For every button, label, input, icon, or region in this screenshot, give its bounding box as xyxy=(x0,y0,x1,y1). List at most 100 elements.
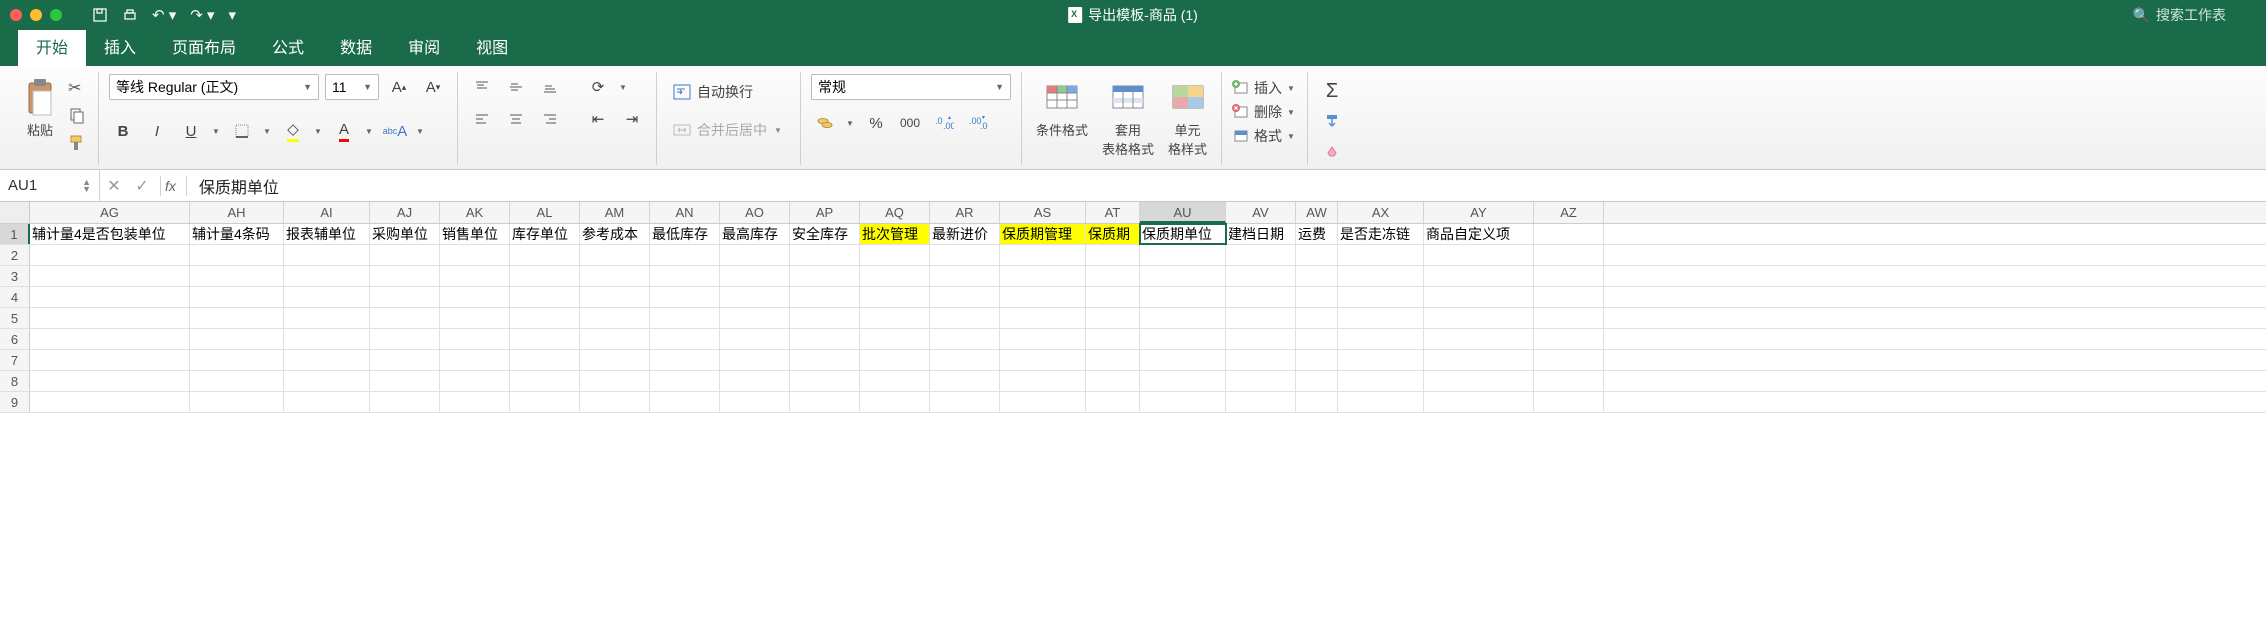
align-left-button[interactable] xyxy=(468,106,496,132)
cell[interactable] xyxy=(190,392,284,412)
cell[interactable] xyxy=(1000,392,1086,412)
cell[interactable] xyxy=(720,245,790,265)
column-header[interactable]: AU xyxy=(1140,202,1226,223)
cell[interactable] xyxy=(580,308,650,328)
cell[interactable]: 辅计量4是否包装单位 xyxy=(30,224,190,244)
column-header[interactable]: AX xyxy=(1338,202,1424,223)
cell[interactable] xyxy=(860,392,930,412)
cell[interactable] xyxy=(1534,329,1604,349)
save-icon[interactable] xyxy=(92,7,108,23)
cell[interactable] xyxy=(30,392,190,412)
cell[interactable]: 商品自定义项 xyxy=(1424,224,1534,244)
search-input[interactable] xyxy=(2156,7,2256,23)
bold-button[interactable]: B xyxy=(109,118,137,144)
cell[interactable] xyxy=(1424,350,1534,370)
cell[interactable] xyxy=(30,371,190,391)
cell[interactable] xyxy=(580,350,650,370)
cell[interactable] xyxy=(1534,350,1604,370)
cell[interactable] xyxy=(440,308,510,328)
row-header[interactable]: 8 xyxy=(0,371,30,391)
tab-data[interactable]: 数据 xyxy=(322,26,390,66)
cell[interactable] xyxy=(370,329,440,349)
chevron-down-icon[interactable]: ▼ xyxy=(314,127,324,136)
cell[interactable] xyxy=(284,371,370,391)
fill-button[interactable] xyxy=(1318,108,1346,134)
chevron-down-icon[interactable]: ▼ xyxy=(365,127,375,136)
name-box[interactable]: AU1 ▲▼ xyxy=(0,170,100,201)
chevron-down-icon[interactable]: ▼ xyxy=(416,127,426,136)
cell[interactable] xyxy=(860,329,930,349)
border-button[interactable] xyxy=(228,118,256,144)
cell[interactable] xyxy=(1296,266,1338,286)
cell[interactable] xyxy=(650,350,720,370)
cell[interactable] xyxy=(930,287,1000,307)
cell[interactable] xyxy=(1338,287,1424,307)
spreadsheet-grid[interactable]: AGAHAIAJAKALAMANAOAPAQARASATAUAVAWAXAYAZ… xyxy=(0,202,2266,413)
cell[interactable]: 采购单位 xyxy=(370,224,440,244)
cell[interactable] xyxy=(1534,392,1604,412)
cell[interactable] xyxy=(1086,245,1140,265)
column-header[interactable]: AW xyxy=(1296,202,1338,223)
cell[interactable] xyxy=(580,287,650,307)
cell[interactable] xyxy=(284,392,370,412)
chevron-down-icon[interactable]: ▼ xyxy=(846,119,856,128)
align-right-button[interactable] xyxy=(536,106,564,132)
cell[interactable] xyxy=(1140,371,1226,391)
cell[interactable] xyxy=(1226,371,1296,391)
cell[interactable] xyxy=(1000,266,1086,286)
cell[interactable] xyxy=(1140,392,1226,412)
cell[interactable] xyxy=(370,266,440,286)
cell[interactable] xyxy=(30,329,190,349)
cell[interactable] xyxy=(1338,245,1424,265)
format-as-table-button[interactable]: 套用 表格格式 xyxy=(1098,74,1158,160)
cell[interactable]: 是否走冻链 xyxy=(1338,224,1424,244)
cell[interactable] xyxy=(1296,287,1338,307)
cell[interactable] xyxy=(370,371,440,391)
number-format-combo[interactable]: 常规 ▼ xyxy=(811,74,1011,100)
row-header[interactable]: 4 xyxy=(0,287,30,307)
cell[interactable] xyxy=(1000,329,1086,349)
cell[interactable] xyxy=(30,308,190,328)
cell[interactable] xyxy=(440,287,510,307)
cell[interactable] xyxy=(720,329,790,349)
cell[interactable] xyxy=(284,350,370,370)
cell[interactable] xyxy=(370,245,440,265)
cell[interactable] xyxy=(1424,308,1534,328)
cell[interactable] xyxy=(190,308,284,328)
cell[interactable] xyxy=(1424,245,1534,265)
cell[interactable] xyxy=(580,266,650,286)
column-header[interactable]: AL xyxy=(510,202,580,223)
cell[interactable] xyxy=(440,329,510,349)
cell[interactable] xyxy=(1086,392,1140,412)
cell[interactable] xyxy=(790,266,860,286)
cell[interactable]: 销售单位 xyxy=(440,224,510,244)
column-header[interactable]: AI xyxy=(284,202,370,223)
cell[interactable] xyxy=(1338,350,1424,370)
cell[interactable] xyxy=(190,287,284,307)
cell[interactable] xyxy=(30,287,190,307)
cell[interactable] xyxy=(1534,224,1604,244)
cell[interactable] xyxy=(580,392,650,412)
cell[interactable] xyxy=(860,245,930,265)
column-header[interactable]: AO xyxy=(720,202,790,223)
cell[interactable] xyxy=(370,308,440,328)
cell[interactable] xyxy=(1140,287,1226,307)
column-header[interactable]: AK xyxy=(440,202,510,223)
fill-color-button[interactable]: ◇ xyxy=(279,118,307,144)
row-header[interactable]: 2 xyxy=(0,245,30,265)
column-header[interactable]: AT xyxy=(1086,202,1140,223)
cell[interactable] xyxy=(1000,287,1086,307)
cell[interactable] xyxy=(930,266,1000,286)
cell[interactable] xyxy=(650,287,720,307)
select-all-corner[interactable] xyxy=(0,202,30,223)
cell[interactable]: 报表辅单位 xyxy=(284,224,370,244)
redo-icon[interactable]: ↷ ▾ xyxy=(190,6,214,24)
autosum-button[interactable]: Σ xyxy=(1318,78,1346,104)
row-header[interactable]: 3 xyxy=(0,266,30,286)
delete-cells-button[interactable]: 删除 ▼ xyxy=(1232,102,1297,122)
column-header[interactable]: AY xyxy=(1424,202,1534,223)
cell[interactable] xyxy=(190,266,284,286)
cell[interactable] xyxy=(650,308,720,328)
align-top-button[interactable] xyxy=(468,74,496,100)
cell[interactable] xyxy=(860,266,930,286)
